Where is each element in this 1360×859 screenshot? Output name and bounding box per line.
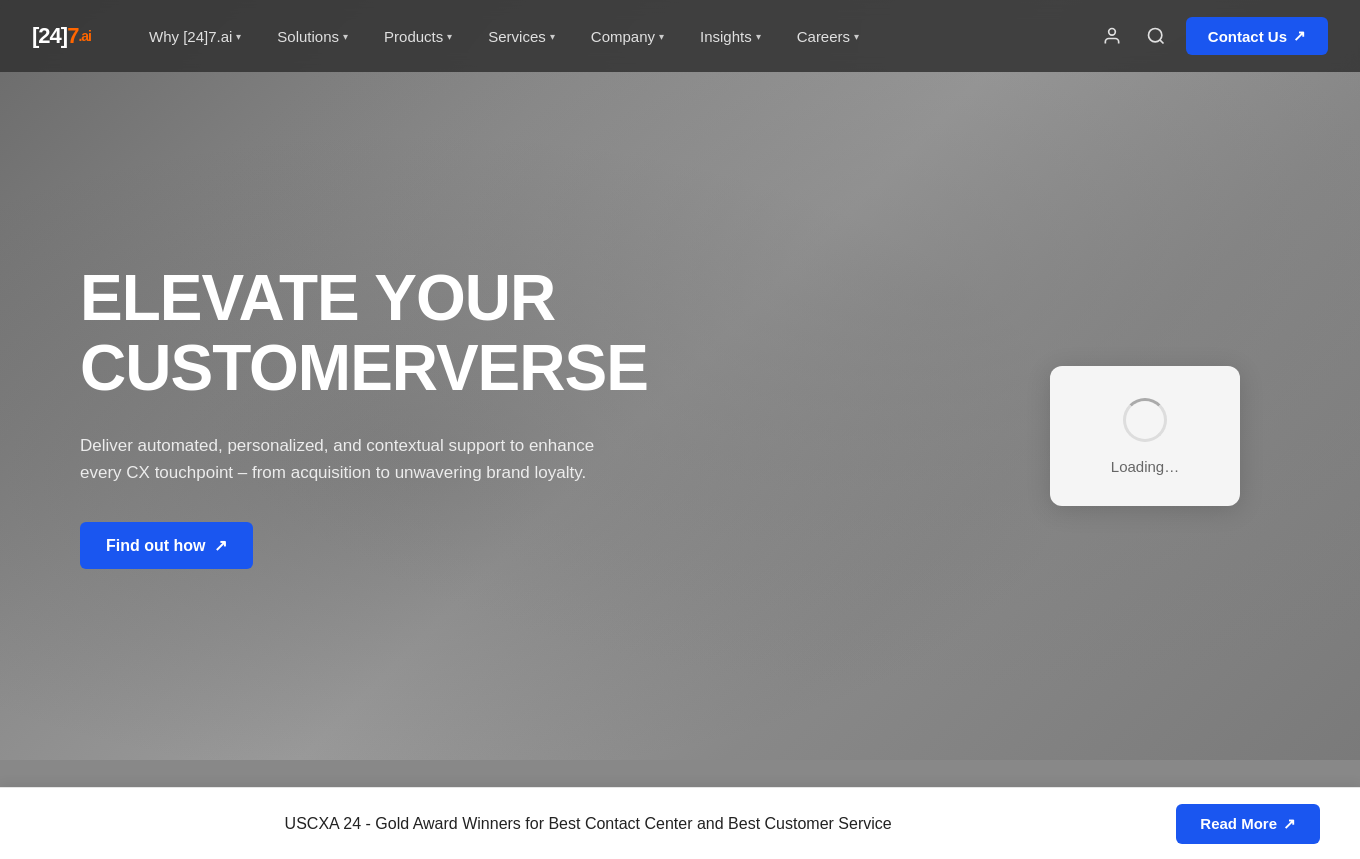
- logo[interactable]: [24]7.ai: [32, 23, 91, 49]
- banner-award-text: USCXA 24 - Gold Award Winners for Best C…: [40, 815, 1136, 833]
- hero-title-line2: CUSTOMERVERSE: [80, 332, 648, 404]
- nav-label-solutions: Solutions: [277, 28, 339, 45]
- nav-actions: Contact Us ↗: [1098, 17, 1328, 55]
- nav-item-services[interactable]: Services ▾: [470, 20, 573, 53]
- nav-label-company: Company: [591, 28, 655, 45]
- read-more-arrow-icon: ↗: [1283, 815, 1296, 833]
- nav-links: Why [24]7.ai ▾ Solutions ▾ Products ▾ Se…: [131, 20, 1098, 53]
- find-out-label: Find out how: [106, 537, 206, 555]
- cta-arrow-icon: ↗: [214, 536, 227, 555]
- nav-label-services: Services: [488, 28, 546, 45]
- find-out-how-button[interactable]: Find out how ↗: [80, 522, 253, 569]
- hero-content: ELEVATE YOUR CUSTOMERVERSE Deliver autom…: [0, 203, 700, 629]
- nav-item-solutions[interactable]: Solutions ▾: [259, 20, 366, 53]
- chevron-down-icon: ▾: [659, 31, 664, 42]
- chevron-down-icon: ▾: [447, 31, 452, 42]
- svg-point-1: [1148, 29, 1161, 42]
- nav-label-careers: Careers: [797, 28, 850, 45]
- read-more-button[interactable]: Read More ↗: [1176, 804, 1320, 844]
- contact-us-button[interactable]: Contact Us ↗: [1186, 17, 1328, 55]
- chevron-down-icon: ▾: [854, 31, 859, 42]
- user-icon: [1102, 26, 1122, 46]
- nav-label-insights: Insights: [700, 28, 752, 45]
- nav-item-products[interactable]: Products ▾: [366, 20, 470, 53]
- search-icon: [1146, 26, 1166, 46]
- search-icon-button[interactable]: [1142, 22, 1170, 50]
- hero-section: ELEVATE YOUR CUSTOMERVERSE Deliver autom…: [0, 0, 1360, 760]
- loading-widget: Loading…: [1050, 366, 1240, 506]
- hero-subtitle: Deliver automated, personalized, and con…: [80, 432, 620, 486]
- logo-number: 24: [38, 23, 60, 49]
- chevron-down-icon: ▾: [550, 31, 555, 42]
- logo-dot-ai: .ai: [78, 28, 91, 44]
- hero-title-line1: ELEVATE YOUR: [80, 262, 555, 334]
- bottom-banner: USCXA 24 - Gold Award Winners for Best C…: [0, 787, 1360, 859]
- chevron-down-icon: ▾: [756, 31, 761, 42]
- nav-label-why: Why [24]7.ai: [149, 28, 232, 45]
- user-icon-button[interactable]: [1098, 22, 1126, 50]
- nav-label-products: Products: [384, 28, 443, 45]
- svg-point-0: [1108, 29, 1115, 36]
- nav-item-why[interactable]: Why [24]7.ai ▾: [131, 20, 259, 53]
- chevron-down-icon: ▾: [343, 31, 348, 42]
- contact-us-label: Contact Us: [1208, 28, 1287, 45]
- nav-item-insights[interactable]: Insights ▾: [682, 20, 779, 53]
- nav-item-company[interactable]: Company ▾: [573, 20, 682, 53]
- logo-slash: 7: [67, 23, 78, 49]
- read-more-label: Read More: [1200, 815, 1277, 832]
- hero-title: ELEVATE YOUR CUSTOMERVERSE: [80, 263, 620, 404]
- arrow-ne-icon: ↗: [1293, 27, 1306, 45]
- loading-spinner: [1123, 398, 1167, 442]
- loading-text: Loading…: [1111, 458, 1179, 475]
- navbar: [24]7.ai Why [24]7.ai ▾ Solutions ▾ Prod…: [0, 0, 1360, 72]
- chevron-down-icon: ▾: [236, 31, 241, 42]
- svg-line-2: [1160, 40, 1164, 44]
- nav-item-careers[interactable]: Careers ▾: [779, 20, 877, 53]
